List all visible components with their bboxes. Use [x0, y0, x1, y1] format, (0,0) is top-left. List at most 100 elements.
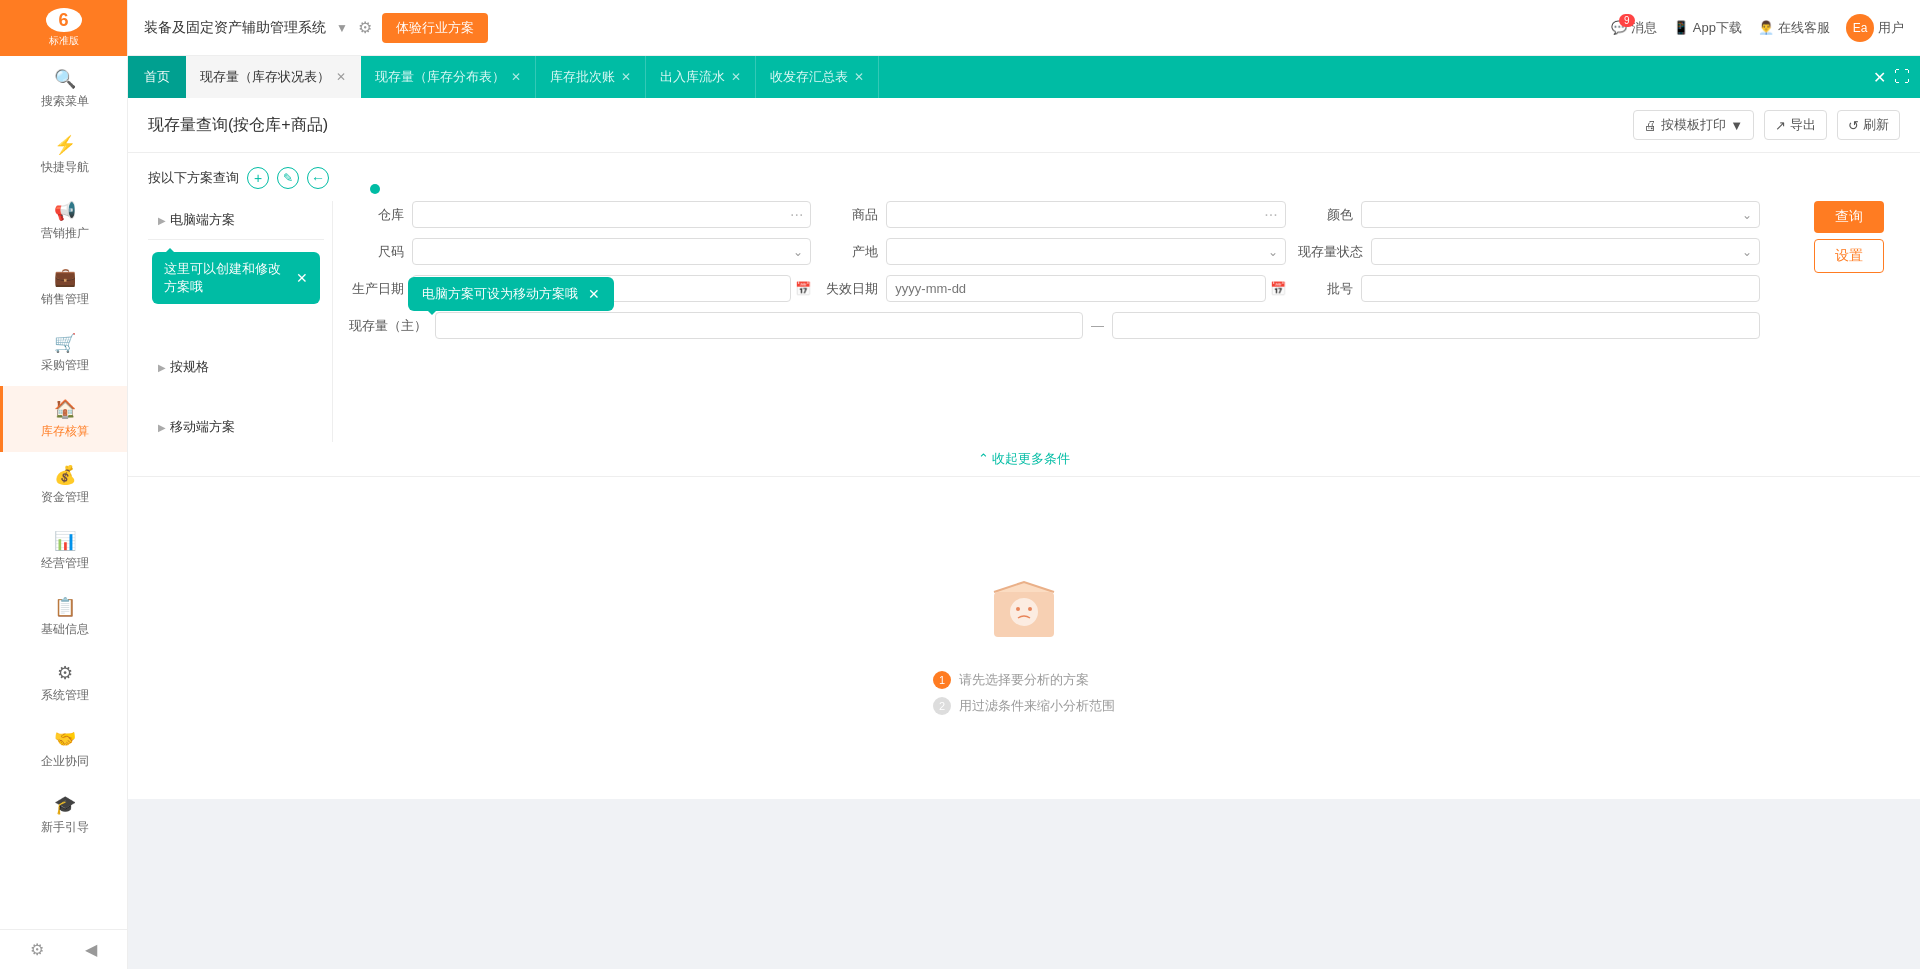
- tab-stock-status-close[interactable]: ✕: [336, 70, 346, 84]
- goods-dots-btn[interactable]: ···: [1264, 206, 1277, 224]
- tab-actions: ✕ ⛶: [1863, 56, 1920, 98]
- sidebar-item-quicknav[interactable]: ⚡ 快捷导航: [0, 122, 127, 188]
- sidebar-item-marketing[interactable]: 📢 营销推广: [0, 188, 127, 254]
- tab-in-out-flow-label: 出入库流水: [660, 68, 725, 86]
- prod-date-cal-icon[interactable]: 📅: [795, 281, 811, 296]
- tooltip1-text: 电脑方案可设为移动方案哦: [422, 285, 578, 303]
- industry-btn[interactable]: 体验行业方案: [382, 13, 488, 43]
- sidebar-item-operations[interactable]: 📊 经营管理: [0, 518, 127, 584]
- tab-stock-status[interactable]: 现存量（库存状况表） ✕: [186, 56, 361, 98]
- tab-stock-dist-label: 现存量（库存分布表）: [375, 68, 505, 86]
- sidebar-item-finance[interactable]: 💰 资金管理: [0, 452, 127, 518]
- tab-stock-dist-close[interactable]: ✕: [511, 70, 521, 84]
- tab-close-all-icon[interactable]: ✕: [1873, 68, 1886, 87]
- sidebar: 6 标准版 🔍 搜索菜单 ⚡ 快捷导航 📢 营销推广 💼 销售管理 🛒 采购管理…: [0, 0, 128, 969]
- tab-recv-send-summary-close[interactable]: ✕: [854, 70, 864, 84]
- btn-refresh[interactable]: ↺ 刷新: [1837, 110, 1900, 140]
- collapse-sidebar-btn[interactable]: ◀: [85, 940, 97, 959]
- logo-icon: 6: [46, 8, 82, 32]
- enterprise-icon: 🤝: [54, 728, 76, 750]
- sidebar-item-purchase[interactable]: 🛒 采购管理: [0, 320, 127, 386]
- btn-search[interactable]: 查询: [1814, 201, 1884, 233]
- color-select[interactable]: [1361, 201, 1760, 228]
- inventory-icon: 🏠: [54, 398, 76, 420]
- notification-count: 9: [1619, 14, 1635, 27]
- tab-in-out-flow-close[interactable]: ✕: [731, 70, 741, 84]
- tab-home-label: 首页: [144, 68, 170, 86]
- stock-status-select[interactable]: [1371, 238, 1760, 265]
- tooltip1-close-btn[interactable]: ✕: [588, 286, 600, 302]
- origin-select[interactable]: [886, 238, 1285, 265]
- user-action[interactable]: Ea 用户: [1846, 14, 1904, 42]
- expire-date-cal-icon[interactable]: 📅: [1270, 281, 1286, 296]
- tab-home[interactable]: 首页: [128, 56, 186, 98]
- empty-step-2-text: 用过滤条件来缩小分析范围: [959, 693, 1115, 719]
- size-select[interactable]: [412, 238, 811, 265]
- filter-back-btn[interactable]: ←: [307, 167, 329, 189]
- online-service-action[interactable]: 👨‍💼 在线客服: [1758, 19, 1830, 37]
- tooltip-desktop-to-mobile: 电脑方案可设为移动方案哦 ✕: [408, 277, 614, 311]
- sidebar-item-search[interactable]: 🔍 搜索菜单: [0, 56, 127, 122]
- tooltip2-close-btn[interactable]: ✕: [296, 270, 308, 286]
- tab-batch-account-close[interactable]: ✕: [621, 70, 631, 84]
- top-header: 装备及固定资产辅助管理系统 ▼ ⚙ 体验行业方案 💬 9 消息 📱 App下载 …: [128, 0, 1920, 56]
- app-download-action[interactable]: 📱 App下载: [1673, 19, 1742, 37]
- tab-in-out-flow[interactable]: 出入库流水 ✕: [646, 56, 756, 98]
- tab-stock-dist[interactable]: 现存量（库存分布表） ✕: [361, 56, 536, 98]
- expire-date-from[interactable]: [886, 275, 1265, 302]
- filter-field-warehouse: 仓库 ···: [349, 201, 811, 228]
- page-header: 现存量查询(按仓库+商品) 🖨 按模板打印 ▼ ↗ 导出 ↺ 刷新: [128, 98, 1920, 153]
- scenario-desktop-label: 电脑端方案: [170, 211, 235, 229]
- system-name: 装备及固定资产辅助管理系统: [144, 19, 326, 37]
- stock-qty-to[interactable]: [1112, 312, 1760, 339]
- tab-batch-account[interactable]: 库存批次账 ✕: [536, 56, 646, 98]
- tab-recv-send-summary[interactable]: 收发存汇总表 ✕: [756, 56, 879, 98]
- gear-icon[interactable]: ⚙: [358, 18, 372, 37]
- filter-field-stock-status: 现存量状态: [1298, 238, 1760, 265]
- settings-bottom-btn[interactable]: ⚙: [30, 940, 44, 959]
- sidebar-item-basic-info[interactable]: 📋 基础信息: [0, 584, 127, 650]
- scenario-desktop-item[interactable]: ▶ 电脑端方案: [148, 205, 324, 235]
- collapse-bar[interactable]: ⌃ 收起更多条件: [148, 442, 1900, 476]
- filter-field-color: 颜色: [1298, 201, 1760, 228]
- scenario-mobile-label: 移动端方案: [170, 418, 235, 436]
- btn-export[interactable]: ↗ 导出: [1764, 110, 1827, 140]
- warehouse-input[interactable]: [412, 201, 811, 228]
- warehouse-dots-btn[interactable]: ···: [790, 206, 803, 224]
- sidebar-item-system[interactable]: ⚙ 系统管理: [0, 650, 127, 716]
- system-dropdown-icon[interactable]: ▼: [336, 21, 348, 35]
- notification-action[interactable]: 💬 9 消息: [1611, 19, 1657, 37]
- system-icon: ⚙: [57, 662, 73, 684]
- scenario-mobile-section: ▶ 移动端方案: [148, 382, 324, 442]
- sidebar-item-enterprise[interactable]: 🤝 企业协同: [0, 716, 127, 782]
- sidebar-item-search-label: 搜索菜单: [41, 93, 89, 110]
- filter-add-btn[interactable]: +: [247, 167, 269, 189]
- sidebar-item-inventory[interactable]: 🏠 库存核算: [0, 386, 127, 452]
- filter-section: 按以下方案查询 + ✎ ← 电脑方案可设为移动方案哦 ✕ ▶ 电脑端方案: [128, 153, 1920, 477]
- phone-icon: 📱: [1673, 20, 1689, 35]
- sidebar-item-guide[interactable]: 🎓 新手引导: [0, 782, 127, 848]
- filter-edit-btn[interactable]: ✎: [277, 167, 299, 189]
- stock-qty-from[interactable]: [435, 312, 1083, 339]
- sidebar-item-finance-label: 资金管理: [41, 489, 89, 506]
- tab-fullscreen-icon[interactable]: ⛶: [1894, 68, 1910, 86]
- sidebar-item-guide-label: 新手引导: [41, 819, 89, 836]
- btn-set[interactable]: 设置: [1814, 239, 1884, 273]
- sidebar-item-inventory-label: 库存核算: [41, 423, 89, 440]
- svg-point-2: [1016, 607, 1020, 611]
- prod-date-label: 生产日期: [349, 280, 404, 298]
- goods-input[interactable]: [886, 201, 1285, 228]
- scenario-mobile-item[interactable]: ▶ 移动端方案: [148, 412, 324, 442]
- marketing-icon: 📢: [54, 200, 76, 222]
- origin-select-wrapper: [886, 238, 1285, 265]
- btn-template-print[interactable]: 🖨 按模板打印 ▼: [1633, 110, 1754, 140]
- batch-input[interactable]: [1361, 275, 1760, 302]
- collapse-label: 收起更多条件: [992, 451, 1070, 466]
- filter-label: 按以下方案查询: [148, 169, 239, 187]
- operations-icon: 📊: [54, 530, 76, 552]
- color-select-wrapper: [1361, 201, 1760, 228]
- expand-icon: ▶: [158, 215, 166, 226]
- sidebar-nav: 🔍 搜索菜单 ⚡ 快捷导航 📢 营销推广 💼 销售管理 🛒 采购管理 🏠 库存核…: [0, 56, 127, 929]
- scenario-sub-item[interactable]: ▶ 按规格: [148, 352, 324, 382]
- sidebar-item-sales[interactable]: 💼 销售管理: [0, 254, 127, 320]
